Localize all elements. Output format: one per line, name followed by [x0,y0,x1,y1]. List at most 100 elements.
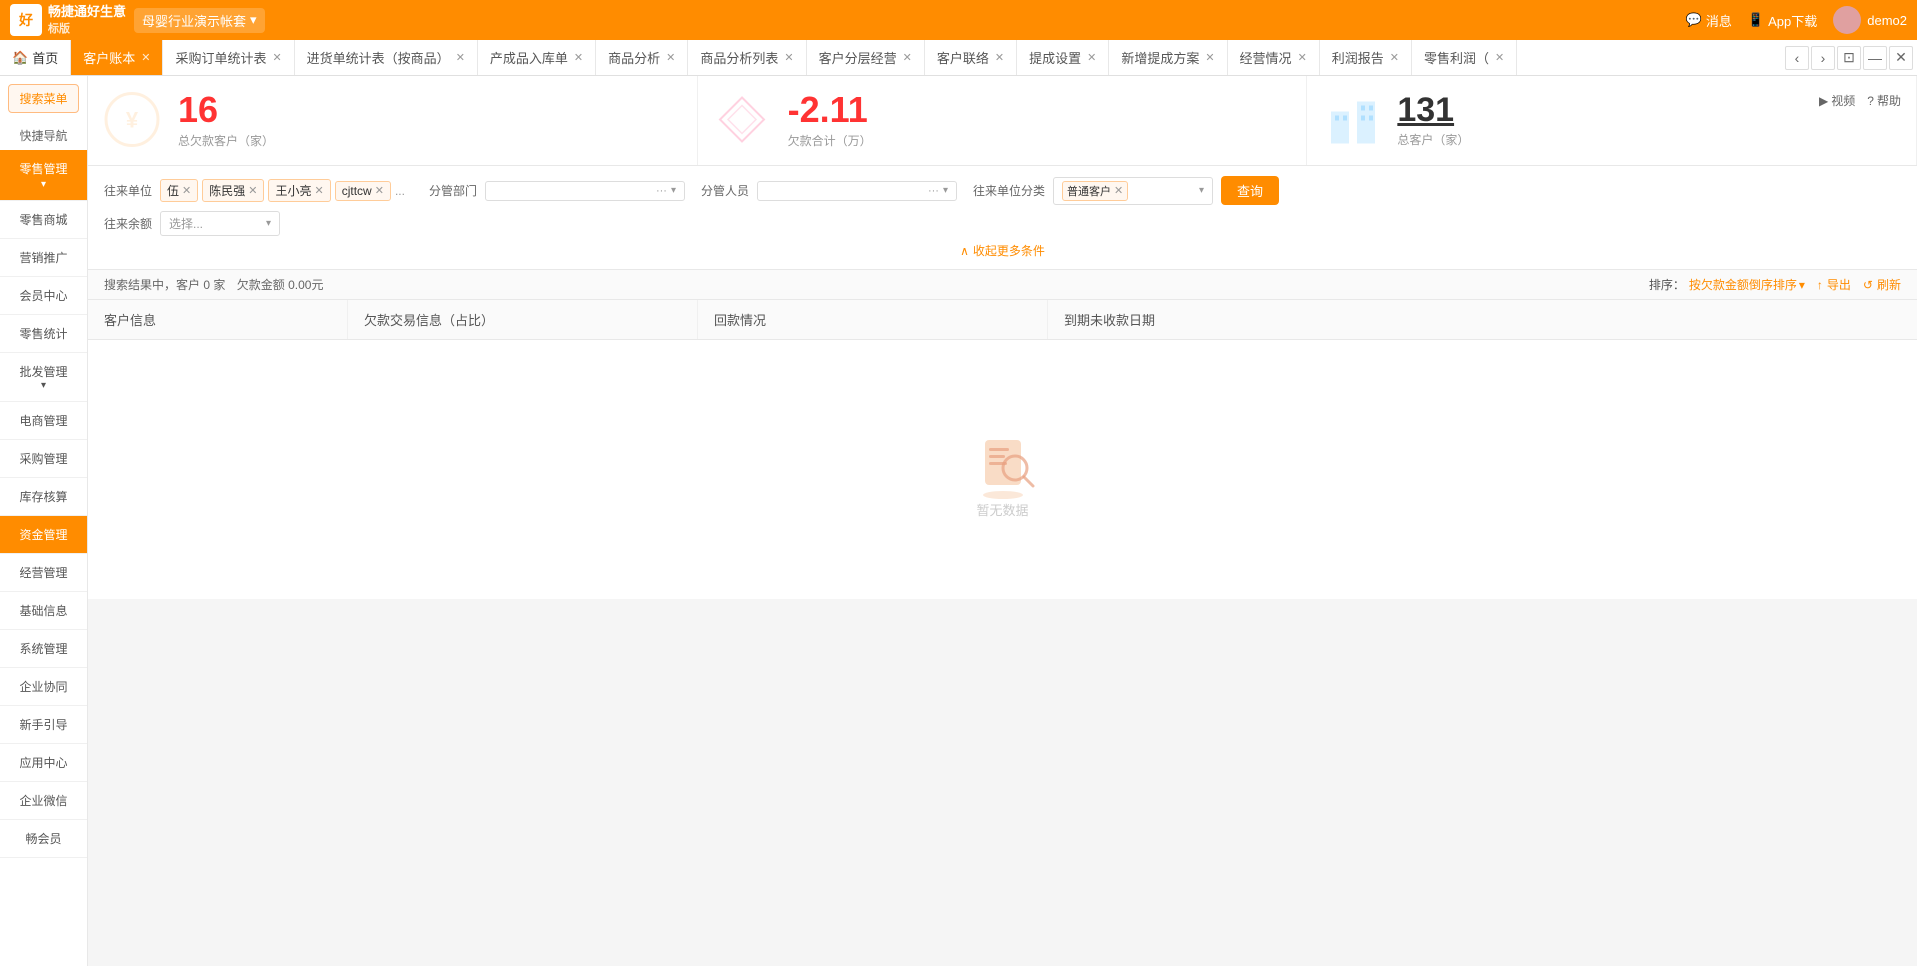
tab-customer-ledger[interactable]: 客户账本 ✕ [71,40,163,76]
tab-close-all-btn[interactable]: ✕ [1889,46,1913,70]
dept-select-more-icon: ··· [656,185,667,197]
sidebar-item-basic-info[interactable]: 基础信息 [0,592,87,630]
tab-new-commission-plan[interactable]: 新增提成方案 ✕ [1109,40,1227,76]
results-bar: 搜索结果中，客户 0 家 欠款金额 0.00元 排序： 按欠款金额倒序排序 ▾ [88,270,1917,300]
tab-close-icon[interactable]: ✕ [666,51,675,64]
tab-product-analysis[interactable]: 商品分析 ✕ [596,40,688,76]
sidebar-item-newbie-guide[interactable]: 新手引导 [0,706,87,744]
tab-purchase-order-stats[interactable]: 采购订单统计表 ✕ [163,40,294,76]
tag-remove-cjttcw[interactable]: ✕ [375,184,384,197]
content-area: ¥ 16 总欠款客户（家） [88,76,1917,966]
tab-purchase-stats-product[interactable]: 进货单统计表（按商品） ✕ [295,40,478,76]
empty-state-icon [963,420,1043,500]
tab-home[interactable]: 🏠 首页 [0,40,71,76]
app-download-btn[interactable]: 📱 App下载 [1748,11,1817,30]
sidebar-item-operation-mgmt[interactable]: 经营管理 [0,554,87,592]
tab-expand-btn[interactable]: ⊡ [1837,46,1861,70]
stat-label-debt-customers: 总欠款客户（家） [178,132,677,149]
tab-close-icon[interactable]: ✕ [272,51,281,64]
stat-total-debt-customers: ¥ 16 总欠款客户（家） [88,76,698,165]
refresh-icon: ↺ [1863,278,1873,292]
tab-product-inbound[interactable]: 产成品入库单 ✕ [478,40,596,76]
user-profile[interactable]: demo2 [1833,6,1907,34]
sidebar-item-retail-stats[interactable]: 零售统计 [0,315,87,353]
tab-close-icon[interactable]: ✕ [784,51,793,64]
sidebar-item-retail-mgmt[interactable]: 零售管理 ▾ [0,150,87,201]
sidebar-item-inventory[interactable]: 库存核算 [0,478,87,516]
tab-customer-segmentation[interactable]: 客户分层经营 ✕ [807,40,925,76]
sidebar-item-marketing[interactable]: 营销推广 [0,239,87,277]
results-summary: 搜索结果中，客户 0 家 欠款金额 0.00元 [104,276,323,293]
tenant-selector[interactable]: 母婴行业演示帐套 ▾ [134,8,265,33]
category-tag-remove[interactable]: ✕ [1114,184,1123,197]
sidebar-item-finance-mgmt[interactable]: 资金管理 [0,516,87,554]
avatar [1833,6,1861,34]
search-menu-button[interactable]: 搜索菜单 [8,84,79,113]
collapse-up-icon: ∧ [960,244,969,258]
tab-next-btn[interactable]: › [1811,46,1835,70]
tag-remove-chen[interactable]: ✕ [248,184,257,197]
balance-filter-label: 往来余额 [104,215,152,232]
tab-controls: ‹ › ⊡ — ✕ [1781,46,1917,70]
tag-remove-wu[interactable]: ✕ [182,184,191,197]
sidebar-item-app-center[interactable]: 应用中心 [0,744,87,782]
sidebar-item-purchase-mgmt[interactable]: 采购管理 [0,440,87,478]
query-button[interactable]: 查询 [1221,176,1279,205]
sidebar-item-chang-member[interactable]: 畅会员 [0,820,87,858]
tab-minimize-btn[interactable]: — [1863,46,1887,70]
top-right-actions: ▶ 视频 ? 帮助 [1819,92,1901,109]
dept-chevron-icon: ▾ [671,185,676,196]
tab-profit-report[interactable]: 利润报告 ✕ [1320,40,1412,76]
sidebar-item-retail-mall[interactable]: 零售商城 [0,201,87,239]
tab-close-icon[interactable]: ✕ [456,51,465,64]
refresh-btn[interactable]: ↺ 刷新 [1863,276,1901,293]
stat-value-debt-amount: -2.11 [788,92,1287,128]
tab-close-icon[interactable]: ✕ [574,51,583,64]
sidebar: 搜索菜单 快捷导航 零售管理 ▾ 零售商城 营销推广 会员中心 零售统计 批发管… [0,76,88,966]
sidebar-item-ecommerce[interactable]: 电商管理 [0,402,87,440]
quick-nav-btn[interactable]: 快捷导航 [0,121,87,150]
tab-close-icon[interactable]: ✕ [1495,51,1504,64]
tab-close-icon[interactable]: ✕ [903,51,912,64]
help-btn[interactable]: ? 帮助 [1867,92,1901,109]
sidebar-item-member-center[interactable]: 会员中心 [0,277,87,315]
tab-close-icon[interactable]: ✕ [1390,51,1399,64]
empty-state: 暂无数据 [88,340,1917,599]
sidebar-item-enterprise-collab[interactable]: 企业协同 [0,668,87,706]
tab-close-icon[interactable]: ✕ [1087,51,1096,64]
message-icon: 💬 [1686,12,1702,28]
sidebar-item-enterprise-wechat[interactable]: 企业微信 [0,782,87,820]
tab-close-icon[interactable]: ✕ [141,51,150,64]
dept-select[interactable]: ··· ▾ [485,181,685,201]
top-bar-left: 好 畅捷通好生意 标版 母婴行业演示帐套 ▾ [10,4,265,36]
more-tags-btn[interactable]: ... [395,184,405,198]
tab-close-icon[interactable]: ✕ [1205,51,1214,64]
tab-close-icon[interactable]: ✕ [1298,51,1307,64]
tab-close-icon[interactable]: ✕ [995,51,1004,64]
stat-label-debt-amount: 欠款合计（万） [788,132,1287,149]
tag-cjttcw: cjttcw ✕ [335,181,391,201]
category-select[interactable]: 普通客户 ✕ ▾ [1053,177,1213,205]
sidebar-item-system-mgmt[interactable]: 系统管理 [0,630,87,668]
personnel-select[interactable]: ··· ▾ [757,181,957,201]
sidebar-search-area: 搜索菜单 [0,76,87,121]
col-header-due-date: 到期未收款日期 [1048,300,1328,339]
personnel-chevron-icon: ▾ [943,185,948,196]
tag-remove-wang[interactable]: ✕ [315,184,324,197]
sidebar-expand-icon: ▾ [4,179,83,190]
unit-tag-group: 伍 ✕ 陈民强 ✕ 王小亮 ✕ cjttcw ✕ [160,179,405,202]
tab-prev-btn[interactable]: ‹ [1785,46,1809,70]
tab-commission-setting[interactable]: 提成设置 ✕ [1017,40,1109,76]
sort-select[interactable]: 按欠款金额倒序排序 ▾ [1689,276,1805,293]
sidebar-item-wholesale-mgmt[interactable]: 批发管理 ▾ [0,353,87,402]
message-btn[interactable]: 💬 消息 [1686,11,1732,30]
tab-retail-profit[interactable]: 零售利润（ ✕ [1412,40,1517,76]
export-btn[interactable]: ↑ 导出 [1817,276,1851,293]
collapse-filters-btn[interactable]: ∧ 收起更多条件 [104,242,1901,259]
tab-product-analysis-list[interactable]: 商品分析列表 ✕ [688,40,806,76]
video-btn[interactable]: ▶ 视频 [1819,92,1855,109]
tab-operation-status[interactable]: 经营情况 ✕ [1228,40,1320,76]
balance-select[interactable]: 选择... ▾ [160,211,280,236]
balance-placeholder: 选择... [169,215,203,232]
tab-customer-contact[interactable]: 客户联络 ✕ [925,40,1017,76]
